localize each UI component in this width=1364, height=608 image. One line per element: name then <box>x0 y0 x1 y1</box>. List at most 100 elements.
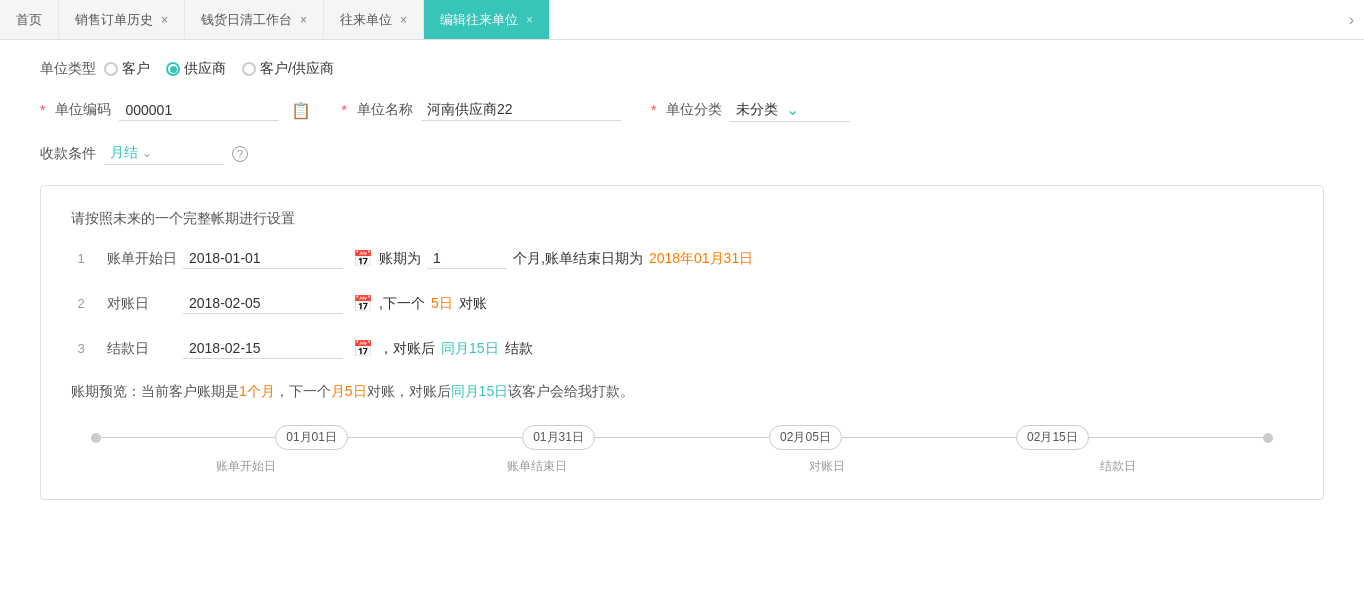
tab-bar: 首页 销售订单历史 × 钱货日清工作台 × 往来单位 × 编辑往来单位 × › <box>0 0 1364 40</box>
timeline-label-3: 对账日 <box>809 458 845 475</box>
timeline-line-5 <box>1089 437 1263 438</box>
unit-code-star: * <box>40 102 45 118</box>
row-3-num: 3 <box>71 341 91 356</box>
tab-sales-history-label: 销售订单历史 <box>75 11 153 29</box>
tab-more-arrow[interactable]: › <box>1339 0 1364 39</box>
preview-prefix: 账期预览：当前客户账期是 <box>71 383 239 399</box>
timeline-node-4: 02月15日 <box>1016 425 1089 450</box>
timeline-line-4 <box>842 437 1016 438</box>
tab-partner[interactable]: 往来单位 × <box>324 0 424 39</box>
tab-partner-label: 往来单位 <box>340 11 392 29</box>
reconcile-date-input[interactable] <box>183 293 343 314</box>
timeline-label-1: 账单开始日 <box>216 458 276 475</box>
payment-suffix: 结款 <box>505 340 533 358</box>
payment-day-highlight: 同月15日 <box>441 340 499 358</box>
row-1-content: 📅 账期为 个月,账单结束日期为 2018年01月31日 <box>183 248 1293 269</box>
radio-both-label: 客户/供应商 <box>260 60 334 78</box>
unit-category-star: * <box>651 102 656 118</box>
end-date-highlight: 2018年01月31日 <box>649 250 753 268</box>
tab-sales-history[interactable]: 销售订单历史 × <box>59 0 185 39</box>
row-2-label: 对账日 <box>107 295 167 313</box>
tab-edit-partner-close[interactable]: × <box>526 14 533 26</box>
unit-category-arrow-icon: ⌄ <box>786 100 799 119</box>
unit-category-label: 单位分类 <box>666 101 722 119</box>
preview-payment-suffix: 该客户会给我打款。 <box>508 383 634 399</box>
tab-cash-work[interactable]: 钱货日清工作台 × <box>185 0 324 39</box>
period-label: 账期为 <box>379 250 421 268</box>
panel-row-2: 2 对账日 📅 ,下一个 5日 对账 <box>71 293 1293 314</box>
unit-code-input[interactable] <box>119 100 279 121</box>
tab-edit-partner-label: 编辑往来单位 <box>440 11 518 29</box>
tab-home-label: 首页 <box>16 11 42 29</box>
reconcile-date-cal-icon[interactable]: 📅 <box>353 294 373 313</box>
preview-reconcile-suffix: 对账，对账后 <box>367 383 451 399</box>
unit-type-group: 单位类型 客户 供应商 客户/供应商 <box>40 60 334 78</box>
payment-terms-select[interactable]: 月结 ⌄ <box>104 142 224 165</box>
tab-home[interactable]: 首页 <box>0 0 59 39</box>
radio-group-unit-type: 客户 供应商 客户/供应商 <box>104 60 334 78</box>
unit-code-label: 单位编码 <box>55 101 111 119</box>
start-date-input[interactable] <box>183 248 343 269</box>
timeline-line-3 <box>595 437 769 438</box>
payment-terms-arrow-icon: ⌄ <box>142 146 152 160</box>
row-1-num: 1 <box>71 251 91 266</box>
preview-reconcile-prefix: 下一个 <box>289 383 331 399</box>
panel-row-1: 1 账单开始日 📅 账期为 个月,账单结束日期为 2018年01月31日 <box>71 248 1293 269</box>
radio-both[interactable]: 客户/供应商 <box>242 60 334 78</box>
months-input[interactable] <box>427 248 507 269</box>
preview-period: 1个月 <box>239 383 275 399</box>
unit-type-row: 单位类型 客户 供应商 客户/供应商 <box>40 60 1324 78</box>
row-3-content: 📅 ，对账后 同月15日 结款 <box>183 338 1293 359</box>
radio-customer[interactable]: 客户 <box>104 60 150 78</box>
payment-terms-label: 收款条件 <box>40 145 96 163</box>
timeline-end-dot <box>1263 433 1273 443</box>
preview-reconcile: 月5日 <box>331 383 367 399</box>
unit-name-group: * 单位名称 <box>341 100 620 121</box>
row-1-label: 账单开始日 <box>107 250 167 268</box>
timeline-badge-2: 01月31日 <box>522 425 595 450</box>
unit-name-label: 单位名称 <box>357 101 413 119</box>
timeline-badge-4: 02月15日 <box>1016 425 1089 450</box>
timeline-node-1: 01月01日 <box>275 425 348 450</box>
timeline-node-3: 02月05日 <box>769 425 842 450</box>
tab-edit-partner[interactable]: 编辑往来单位 × <box>424 0 550 39</box>
timeline-line-1 <box>101 437 275 438</box>
row-2-content: 📅 ,下一个 5日 对账 <box>183 293 1293 314</box>
timeline-start-dot <box>91 433 101 443</box>
payment-terms-group: 收款条件 月结 ⌄ ? <box>40 142 248 165</box>
start-date-cal-icon[interactable]: 📅 <box>353 249 373 268</box>
preview-comma: ， <box>275 383 289 399</box>
tab-cash-work-close[interactable]: × <box>300 14 307 26</box>
timeline-badge-1: 01月01日 <box>275 425 348 450</box>
radio-customer-label: 客户 <box>122 60 150 78</box>
help-icon[interactable]: ? <box>232 146 248 162</box>
payment-prefix: ，对账后 <box>379 340 435 358</box>
timeline-labels: 账单开始日 账单结束日 对账日 结款日 <box>91 458 1273 475</box>
panel-title: 请按照未来的一个完整帐期进行设置 <box>71 210 1293 228</box>
unit-code-group: * 单位编码 📋 <box>40 100 311 121</box>
unit-category-select[interactable]: 未分类 ⌄ <box>730 98 850 122</box>
settings-panel: 请按照未来的一个完整帐期进行设置 1 账单开始日 📅 账期为 个月,账单结束日期… <box>40 185 1324 500</box>
unit-name-star: * <box>341 102 346 118</box>
radio-supplier-circle <box>166 62 180 76</box>
timeline-container: 01月01日 01月31日 02月05日 02月15日 <box>71 425 1293 475</box>
reconcile-day-highlight: 5日 <box>431 295 453 313</box>
payment-date-cal-icon[interactable]: 📅 <box>353 339 373 358</box>
row-3-label: 结款日 <box>107 340 167 358</box>
radio-both-circle <box>242 62 256 76</box>
radio-supplier[interactable]: 供应商 <box>166 60 226 78</box>
timeline-label-2: 账单结束日 <box>507 458 567 475</box>
timeline-badge-3: 02月05日 <box>769 425 842 450</box>
timeline-label-4: 结款日 <box>1100 458 1136 475</box>
unit-category-value: 未分类 <box>736 101 778 119</box>
unit-code-copy-icon[interactable]: 📋 <box>291 101 311 120</box>
payment-date-input[interactable] <box>183 338 343 359</box>
tab-partner-close[interactable]: × <box>400 14 407 26</box>
reconcile-suffix: 对账 <box>459 295 487 313</box>
unit-name-input[interactable] <box>421 100 621 121</box>
panel-row-3: 3 结款日 📅 ，对账后 同月15日 结款 <box>71 338 1293 359</box>
timeline-line-2 <box>348 437 522 438</box>
reconcile-prefix: ,下一个 <box>379 295 425 313</box>
tab-sales-history-close[interactable]: × <box>161 14 168 26</box>
payment-terms-value: 月结 <box>110 144 138 162</box>
